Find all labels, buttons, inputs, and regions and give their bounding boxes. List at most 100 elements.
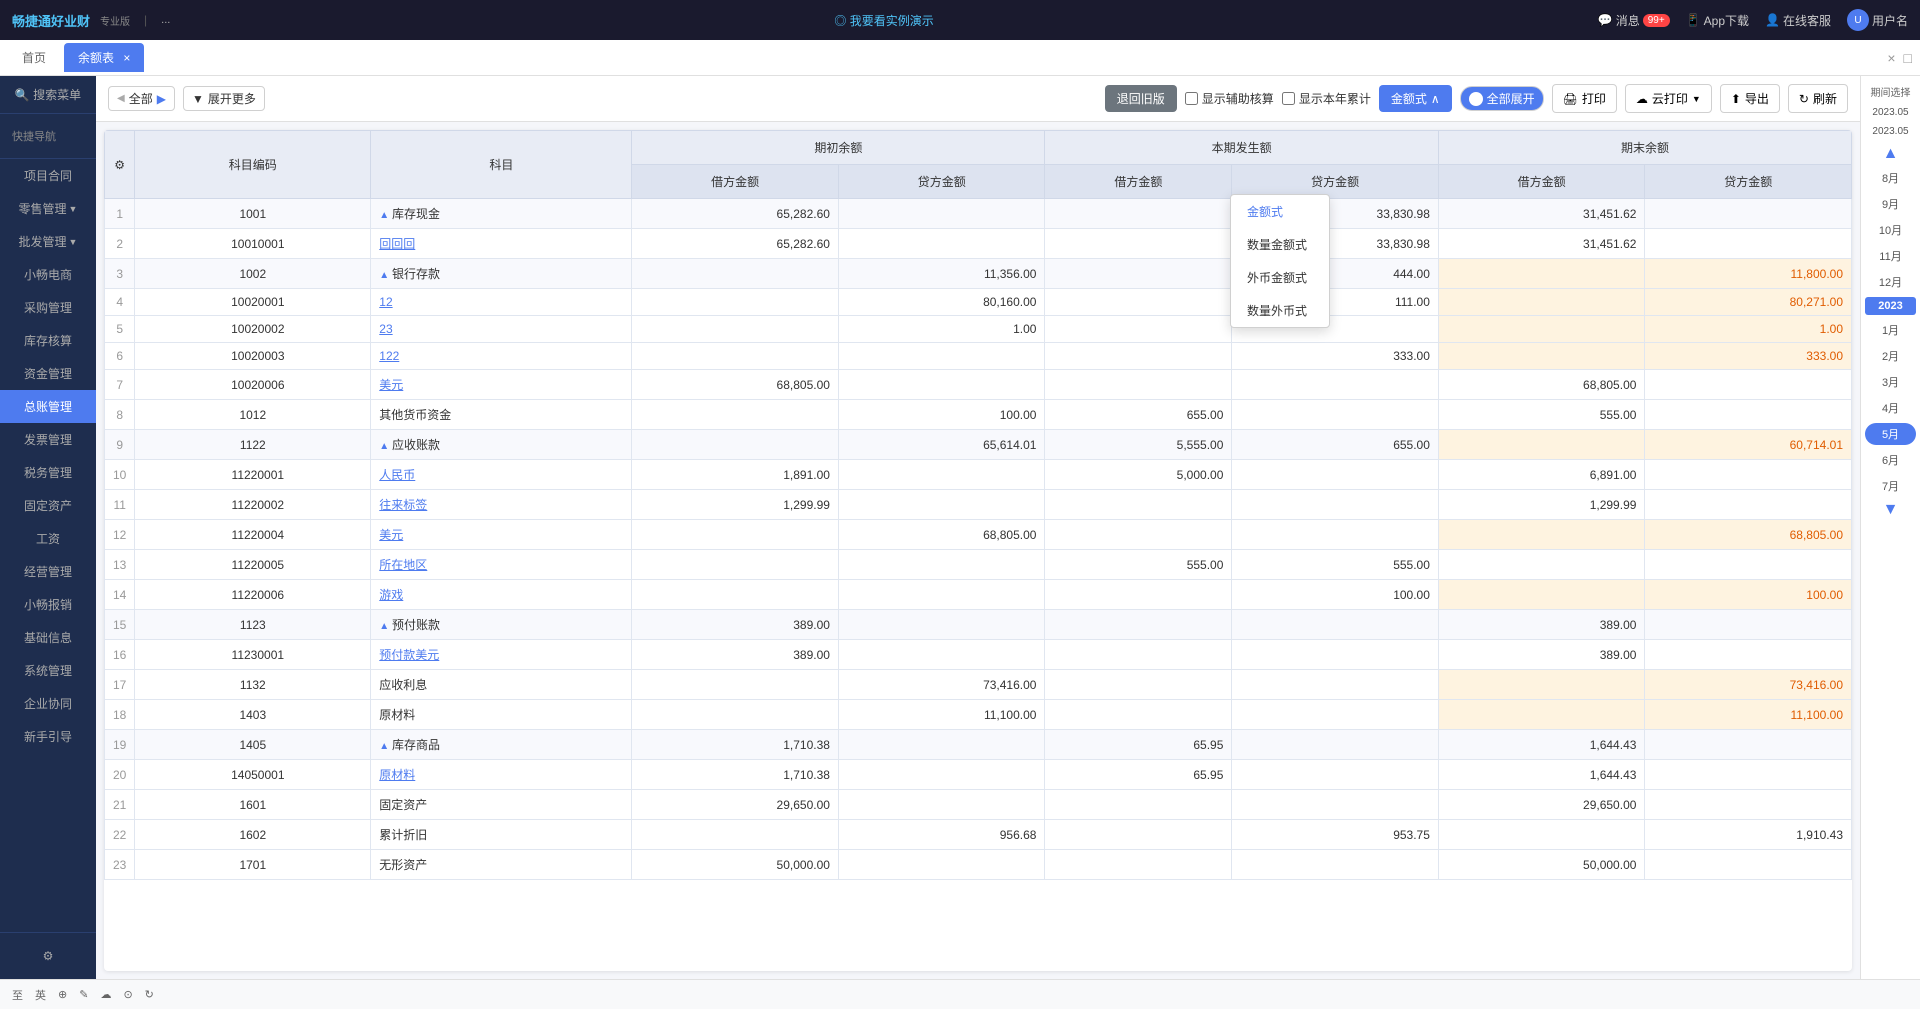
period-sep[interactable]: 9月 [1865,193,1916,215]
table-row: ▲ 应收账款 [371,430,632,460]
dropdown-item-amount[interactable]: 金额式 [1231,195,1329,228]
toolbar-left: ◀ 全部 ▶ ▼ 展开更多 [108,86,265,111]
sidebar-item-purchase[interactable]: 采购管理 [0,291,96,324]
table-row [1045,820,1232,850]
bottom-icon-7[interactable]: ↻ [145,988,154,1001]
sidebar-item-coop[interactable]: 企业协同 [0,687,96,720]
table-row: 23 [371,316,632,343]
sidebar-item-wholesale[interactable]: 批发管理 ▼ [0,225,96,258]
breadcrumb-all-btn[interactable]: ◀ 全部 ▶ [108,86,175,111]
sidebar-item-capital[interactable]: 资金管理 [0,357,96,390]
table-row [1438,343,1645,370]
bottom-icon-6[interactable]: ⊙ [123,988,132,1001]
amount-type-btn[interactable]: 金额式 ∧ [1379,85,1452,112]
period-jun[interactable]: 6月 [1865,449,1916,471]
window-close-btn[interactable]: × [1887,50,1895,66]
table-row: 1602 [135,820,371,850]
tab-home[interactable]: 首页 [8,43,60,72]
table-row [838,640,1045,670]
expand-all-toggle[interactable]: 全部展开 [1460,86,1544,111]
cloud-print-btn[interactable]: ☁ 云打印 ▼ [1625,84,1712,113]
breadcrumb-left-icon: ◀ [117,93,125,104]
bottom-icon-2[interactable]: 英 [35,987,46,1003]
sidebar-item-guide[interactable]: 新手引导 [0,720,96,753]
table-row: 65,614.01 [838,430,1045,460]
sidebar-item-retail[interactable]: 零售管理 ▼ [0,192,96,225]
period-label: 期间选择 [1871,84,1911,99]
sidebar-item-ecommerce[interactable]: 小畅电商 [0,258,96,291]
sidebar-item-basic[interactable]: 基础信息 [0,621,96,654]
period-dec[interactable]: 12月 [1865,271,1916,293]
cb-debit-header: 借方金额 [1438,165,1645,199]
period-jul[interactable]: 7月 [1865,475,1916,497]
expand-more-btn[interactable]: ▼ 展开更多 [183,86,265,111]
table-row: 956.68 [838,820,1045,850]
table-row [1438,520,1645,550]
bottom-icon-4[interactable]: ✎ [79,988,88,1001]
tab-balance[interactable]: 余额表 × [64,43,144,72]
table-row: 10020006 [135,370,371,400]
download-btn[interactable]: 📱 App下载 [1686,12,1749,29]
period-nov[interactable]: 11月 [1865,245,1916,267]
sidebar-item-project[interactable]: 项目合同 [0,159,96,192]
export-btn[interactable]: ⬆ 导出 [1720,84,1780,113]
table-row [1438,670,1645,700]
sidebar-item-ledger[interactable]: 总账管理 [0,390,96,423]
dropdown-item-qty-amount[interactable]: 数量金额式 [1231,228,1329,261]
dropdown-item-qty-foreign[interactable]: 数量外币式 [1231,294,1329,327]
table-row: 1,710.38 [632,760,839,790]
dropdown-item-foreign-amount[interactable]: 外币金额式 [1231,261,1329,294]
sidebar-item-system-label: 系统管理 [24,662,72,679]
sidebar-item-assets[interactable]: 固定资产 [0,489,96,522]
show-auxiliary-checkbox[interactable] [1185,92,1198,105]
period-apr[interactable]: 4月 [1865,397,1916,419]
table-row: 80,271.00 [1645,289,1852,316]
period-aug[interactable]: 8月 [1865,167,1916,189]
table-row [632,289,839,316]
sidebar-item-inventory[interactable]: 库存核算 [0,324,96,357]
sidebar-item-ops[interactable]: 经营管理 [0,555,96,588]
period-down-btn[interactable]: ▼ [1883,501,1899,519]
period-oct[interactable]: 10月 [1865,219,1916,241]
message-badge: 99+ [1643,14,1670,27]
period-year-2023[interactable]: 2023 [1865,297,1916,315]
table-row [632,400,839,430]
print-btn[interactable]: 🖨 打印 [1552,84,1617,113]
user-btn[interactable]: U 用户名 [1847,9,1908,31]
tab-close-btn[interactable]: × [123,51,130,65]
show-annual-checkbox[interactable] [1282,92,1295,105]
table-row [838,490,1045,520]
settings-col-header[interactable]: ⚙ [105,131,135,199]
sidebar-search[interactable]: 🔍 搜索菜单 [0,76,96,114]
period-up-btn[interactable]: ▲ [1883,145,1899,163]
sidebar-settings-btn[interactable]: ⚙ [0,941,96,971]
support-btn[interactable]: 👤 在线客服 [1765,12,1831,29]
sidebar-item-invoice[interactable]: 发票管理 [0,423,96,456]
sidebar-item-salary[interactable]: 工资 [0,522,96,555]
sidebar-item-coop-label: 企业协同 [24,695,72,712]
window-maximize-btn[interactable]: □ [1904,50,1912,66]
bottom-icon-3[interactable]: ⊕ [58,988,67,1001]
return-old-btn[interactable]: 退回旧版 [1105,85,1177,112]
table-row [1645,460,1852,490]
sidebar: 🔍 搜索菜单 快捷导航 项目合同 零售管理 ▼ 批发管理 ▼ 小畅电商 采购管理… [0,76,96,979]
table-row: 555.00 [1232,550,1439,580]
period-mar[interactable]: 3月 [1865,371,1916,393]
refresh-btn[interactable]: ↻ 刷新 [1788,84,1848,113]
bottom-icon-5[interactable]: ☁ [100,988,111,1001]
messages-btn[interactable]: 💬 消息 99+ [1598,12,1670,29]
period-jan[interactable]: 1月 [1865,319,1916,341]
period-feb[interactable]: 2月 [1865,345,1916,367]
sidebar-item-reports[interactable]: 小畅报销 [0,588,96,621]
period-may[interactable]: 5月 [1865,423,1916,445]
bottom-icon-1[interactable]: 至 [12,987,23,1003]
demo-link[interactable]: ◎ 我要看实例演示 [834,12,933,29]
table-row: 29,650.00 [632,790,839,820]
sidebar-item-tax[interactable]: 税务管理 [0,456,96,489]
sidebar-quick-nav-label: 快捷导航 [0,120,96,152]
table-row: 原材料 [371,760,632,790]
table-row [1045,610,1232,640]
sidebar-item-system[interactable]: 系统管理 [0,654,96,687]
table-row: 11230001 [135,640,371,670]
table-row: 655.00 [1232,430,1439,460]
